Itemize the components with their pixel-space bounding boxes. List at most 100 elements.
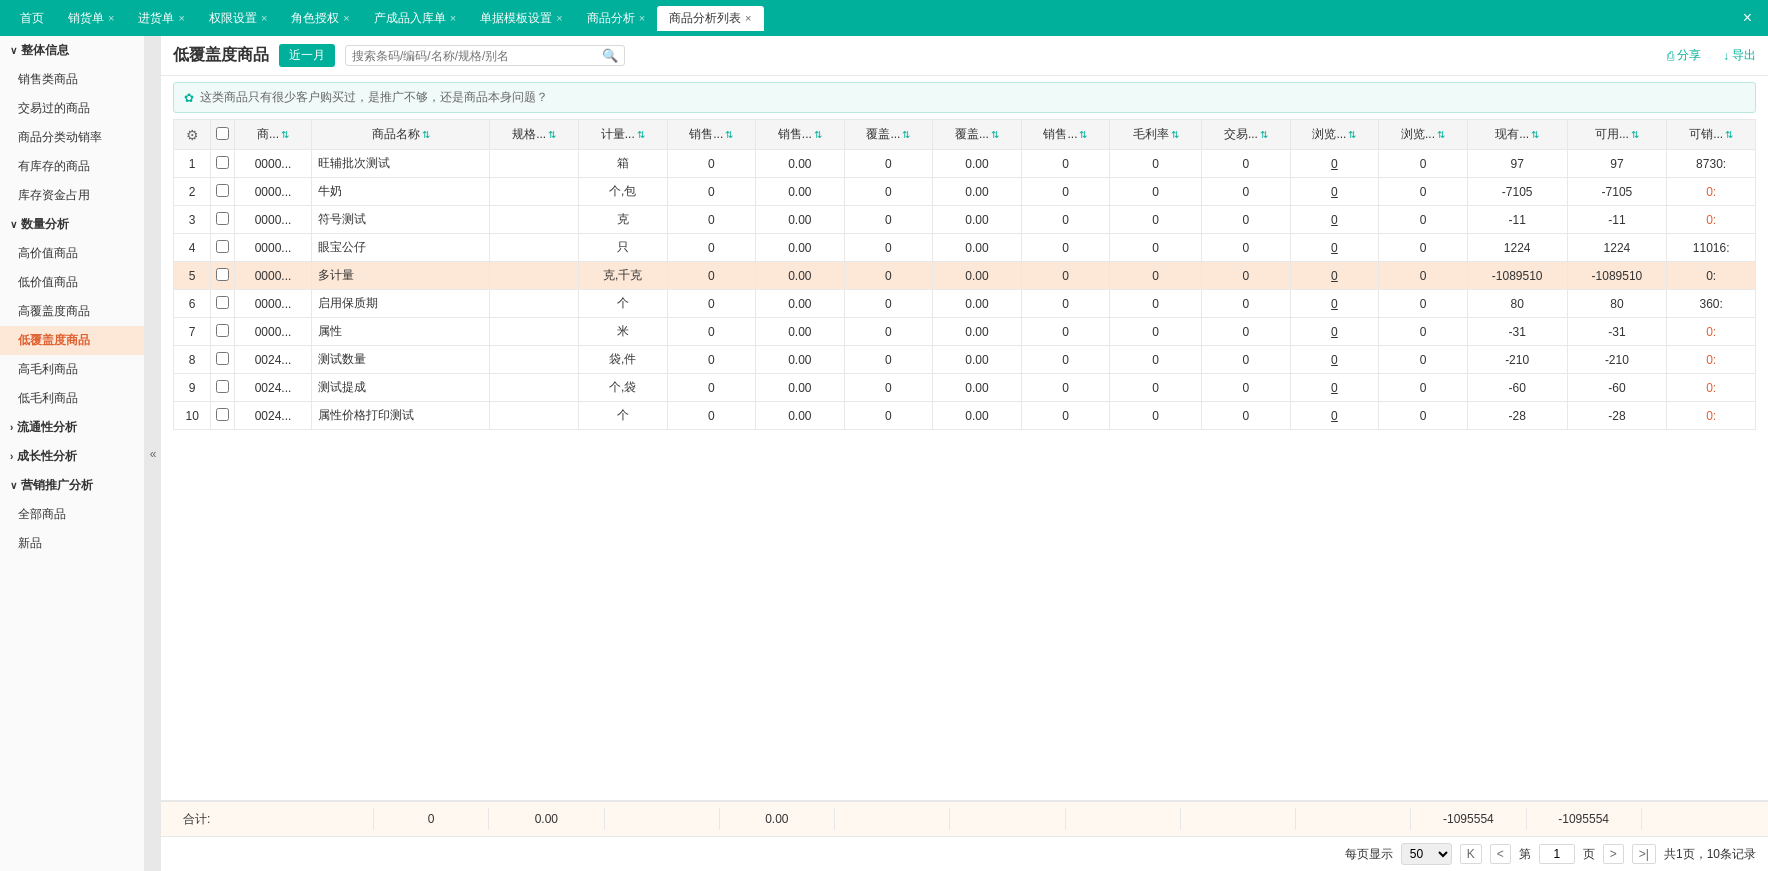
row-code: 0000...: [235, 318, 311, 346]
sidebar-section-quantity[interactable]: ∨ 数量分析: [0, 210, 144, 239]
sidebar-item-low-coverage[interactable]: 低覆盖度商品: [0, 326, 144, 355]
row-browse1[interactable]: 0: [1290, 290, 1379, 318]
row-browse1[interactable]: 0: [1290, 150, 1379, 178]
select-all-checkbox[interactable]: [216, 127, 229, 140]
sidebar-item-high-value[interactable]: 高价值商品: [0, 239, 144, 268]
sidebar-collapse-button[interactable]: «: [145, 36, 161, 871]
col-cover2[interactable]: 覆盖...⇅: [933, 120, 1022, 150]
row-browse2: 0: [1379, 374, 1468, 402]
nav-tab-roles[interactable]: 角色授权 ×: [279, 6, 361, 31]
row-saleable: 0:: [1667, 318, 1756, 346]
sidebar-item-high-margin[interactable]: 高毛利商品: [0, 355, 144, 384]
col-cover1[interactable]: 覆盖...⇅: [844, 120, 933, 150]
sidebar-item-in-stock[interactable]: 有库存的商品: [0, 152, 144, 181]
row-browse2: 0: [1379, 346, 1468, 374]
nav-tab-sales[interactable]: 销货单 ×: [56, 6, 126, 31]
sidebar-item-low-value[interactable]: 低价值商品: [0, 268, 144, 297]
col-current-stock[interactable]: 现有...⇅: [1467, 120, 1567, 150]
search-input[interactable]: [352, 49, 598, 63]
row-spec: [490, 234, 579, 262]
row-browse1[interactable]: 0: [1290, 178, 1379, 206]
first-page-button[interactable]: K: [1460, 844, 1482, 864]
row-checkbox[interactable]: [211, 262, 235, 290]
export-button[interactable]: ↓ 导出: [1723, 47, 1756, 64]
sidebar-item-new-goods[interactable]: 新品: [0, 529, 144, 558]
prev-page-button[interactable]: <: [1490, 844, 1511, 864]
sidebar-section-flow[interactable]: › 流通性分析: [0, 413, 144, 442]
nav-tab-template-close[interactable]: ×: [556, 12, 562, 24]
nav-tab-production-close[interactable]: ×: [450, 12, 456, 24]
last-page-button[interactable]: >|: [1632, 844, 1656, 864]
row-checkbox[interactable]: [211, 290, 235, 318]
col-name[interactable]: 商品名称⇅: [311, 120, 490, 150]
row-checkbox[interactable]: [211, 374, 235, 402]
row-cover1: 0: [844, 206, 933, 234]
col-checkbox[interactable]: [211, 120, 235, 150]
sidebar-item-sales-goods[interactable]: 销售类商品: [0, 65, 144, 94]
sidebar-item-all-goods[interactable]: 全部商品: [0, 500, 144, 529]
nav-tab-home[interactable]: 首页: [8, 6, 56, 31]
row-available-stock: -28: [1567, 402, 1667, 430]
sidebar-section-growth[interactable]: › 成长性分析: [0, 442, 144, 471]
nav-tab-analysis-list[interactable]: 商品分析列表 ×: [657, 6, 763, 31]
row-checkbox[interactable]: [211, 150, 235, 178]
nav-tab-analysis[interactable]: 商品分析 ×: [575, 6, 657, 31]
nav-tab-purchase-close[interactable]: ×: [178, 12, 184, 24]
row-spec: [490, 402, 579, 430]
row-checkbox[interactable]: [211, 178, 235, 206]
col-saleable[interactable]: 可销...⇅: [1667, 120, 1756, 150]
col-sales3[interactable]: 销售...⇅: [1021, 120, 1110, 150]
sidebar-item-high-coverage[interactable]: 高覆盖度商品: [0, 297, 144, 326]
row-browse1[interactable]: 0: [1290, 234, 1379, 262]
row-sales-amt: 0.00: [756, 206, 845, 234]
nav-tab-production[interactable]: 产成品入库单 ×: [362, 6, 468, 31]
share-button[interactable]: ⎙ 分享: [1667, 47, 1701, 64]
col-transaction[interactable]: 交易...⇅: [1202, 120, 1291, 150]
row-browse1[interactable]: 0: [1290, 346, 1379, 374]
row-browse1[interactable]: 0: [1290, 318, 1379, 346]
row-checkbox[interactable]: [211, 402, 235, 430]
window-close-button[interactable]: ×: [1735, 9, 1760, 27]
nav-tab-sales-close[interactable]: ×: [108, 12, 114, 24]
col-unit[interactable]: 计量...⇅: [578, 120, 667, 150]
sidebar-item-traded-goods[interactable]: 交易过的商品: [0, 94, 144, 123]
row-checkbox[interactable]: [211, 206, 235, 234]
row-sales-qty: 0: [667, 206, 756, 234]
nav-tab-permissions-close[interactable]: ×: [261, 12, 267, 24]
col-settings[interactable]: ⚙: [174, 120, 211, 150]
sidebar-item-capital[interactable]: 库存资金占用: [0, 181, 144, 210]
row-spec: [490, 346, 579, 374]
col-gross-margin[interactable]: 毛利率⇅: [1110, 120, 1202, 150]
nav-tab-analysis-list-close[interactable]: ×: [745, 12, 751, 24]
settings-icon[interactable]: ⚙: [186, 127, 199, 143]
col-code[interactable]: 商...⇅: [235, 120, 311, 150]
col-sales-amt[interactable]: 销售...⇅: [756, 120, 845, 150]
col-sales-qty[interactable]: 销售...⇅: [667, 120, 756, 150]
row-browse1[interactable]: 0: [1290, 402, 1379, 430]
row-checkbox[interactable]: [211, 318, 235, 346]
row-checkbox[interactable]: [211, 346, 235, 374]
nav-tab-roles-close[interactable]: ×: [343, 12, 349, 24]
row-browse1[interactable]: 0: [1290, 374, 1379, 402]
next-page-button[interactable]: >: [1603, 844, 1624, 864]
row-browse1[interactable]: 0: [1290, 206, 1379, 234]
row-available-stock: 97: [1567, 150, 1667, 178]
row-checkbox[interactable]: [211, 234, 235, 262]
row-browse1[interactable]: 0: [1290, 262, 1379, 290]
date-filter-button[interactable]: 近一月: [279, 44, 335, 67]
nav-tab-permissions[interactable]: 权限设置 ×: [197, 6, 279, 31]
col-browse1[interactable]: 浏览...⇅: [1290, 120, 1379, 150]
col-browse2[interactable]: 浏览...⇅: [1379, 120, 1468, 150]
page-size-select[interactable]: 20 50 100: [1401, 843, 1452, 865]
sidebar-item-low-margin[interactable]: 低毛利商品: [0, 384, 144, 413]
sidebar-section-overall[interactable]: ∨ 整体信息: [0, 36, 144, 65]
col-available-stock[interactable]: 可用...⇅: [1567, 120, 1667, 150]
col-spec[interactable]: 规格...⇅: [490, 120, 579, 150]
page-number-input[interactable]: [1539, 844, 1575, 864]
sidebar-item-category-rate[interactable]: 商品分类动销率: [0, 123, 144, 152]
total-sales3: [834, 808, 949, 830]
nav-tab-analysis-close[interactable]: ×: [639, 12, 645, 24]
sidebar-section-marketing[interactable]: ∨ 营销推广分析: [0, 471, 144, 500]
nav-tab-template[interactable]: 单据模板设置 ×: [468, 6, 574, 31]
nav-tab-purchase[interactable]: 进货单 ×: [126, 6, 196, 31]
